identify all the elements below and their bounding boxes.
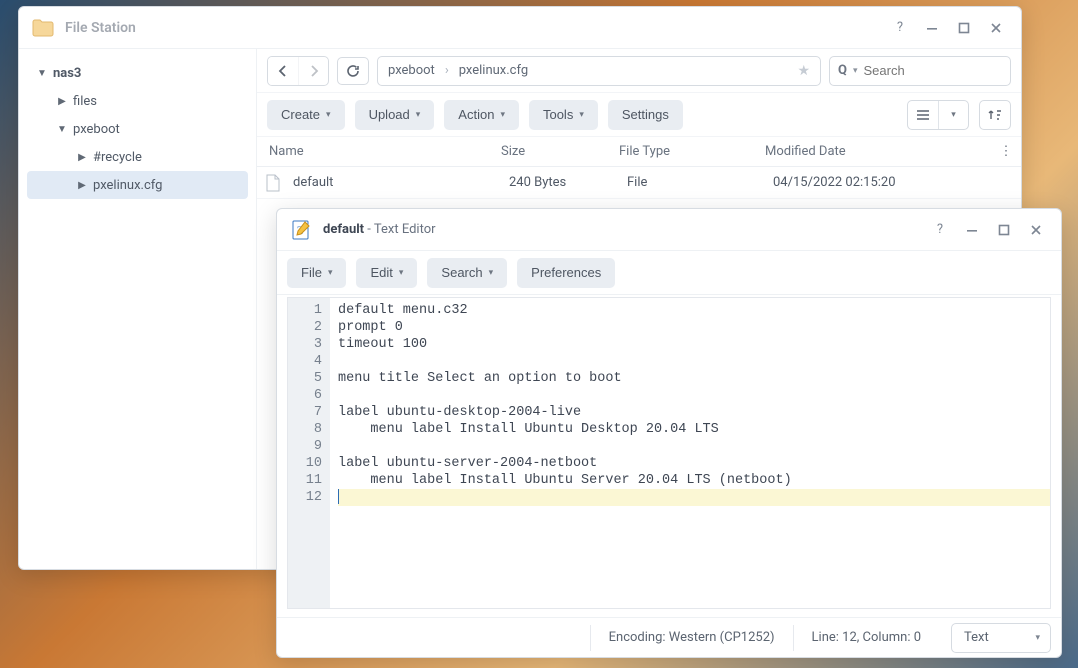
breadcrumb[interactable]: pxeboot › pxelinux.cfg ★ [377, 56, 821, 86]
code-content[interactable]: default menu.c32prompt 0timeout 100menu … [330, 298, 1050, 608]
help-icon[interactable]: ? [927, 217, 953, 243]
list-view-button[interactable] [908, 101, 938, 129]
settings-button[interactable]: Settings [608, 100, 683, 130]
nav-back-forward [267, 56, 329, 86]
tree-label: files [73, 94, 97, 109]
cell-name: default [293, 175, 509, 190]
col-type[interactable]: File Type [619, 144, 765, 159]
tree-item-files[interactable]: files [27, 87, 248, 115]
status-encoding: Encoding: Western (CP1252) [590, 625, 793, 651]
fs-action-toolbar: Create▾ Upload▾ Action▾ Tools▾ Settings … [257, 93, 1021, 137]
column-menu-icon[interactable]: ⋮ [991, 144, 1021, 159]
col-size[interactable]: Size [501, 144, 619, 159]
tree-label: nas3 [53, 66, 81, 81]
fs-title: File Station [65, 20, 136, 36]
chevron-right-icon [75, 180, 89, 191]
te-statusbar: Encoding: Western (CP1252) Line: 12, Col… [277, 617, 1061, 657]
editor-area[interactable]: 123456789101112 default menu.c32prompt 0… [287, 297, 1051, 609]
cell-date: 04/15/2022 02:15:20 [773, 175, 991, 190]
breadcrumb-seg[interactable]: pxelinux.cfg [459, 63, 528, 78]
table-row[interactable]: default 240 Bytes File 04/15/2022 02:15:… [257, 167, 1021, 199]
edit-menu[interactable]: Edit▾ [356, 258, 417, 288]
tree-label: pxelinux.cfg [93, 178, 162, 193]
file-icon [265, 174, 283, 192]
cell-type: File [627, 175, 773, 190]
tree-item-recycle[interactable]: #recycle [27, 143, 248, 171]
view-dropdown-button[interactable]: ▾ [938, 101, 968, 129]
table-header: Name Size File Type Modified Date ⋮ [257, 137, 1021, 167]
chevron-right-icon [55, 96, 69, 107]
text-editor-window: T default - Text Editor ? File▾ Edit▾ Se… [276, 208, 1062, 658]
chevron-down-icon [35, 68, 49, 79]
tools-button[interactable]: Tools▾ [529, 100, 598, 130]
create-button[interactable]: Create▾ [267, 100, 345, 130]
preferences-button[interactable]: Preferences [517, 258, 615, 288]
sort-button[interactable] [979, 100, 1011, 130]
tree-label: #recycle [93, 150, 142, 165]
chevron-right-icon [75, 152, 89, 163]
minimize-icon[interactable] [919, 15, 945, 41]
help-icon[interactable]: ? [887, 15, 913, 41]
chevron-down-icon: ▾ [1035, 633, 1040, 643]
tree-item-pxelinuxcfg[interactable]: pxelinux.cfg [27, 171, 248, 199]
file-menu[interactable]: File▾ [287, 258, 346, 288]
cell-size: 240 Bytes [509, 175, 627, 190]
breadcrumb-seg[interactable]: pxeboot [388, 63, 435, 78]
back-button[interactable] [268, 57, 298, 85]
refresh-button[interactable] [337, 57, 369, 85]
upload-button[interactable]: Upload▾ [355, 100, 435, 130]
status-position: Line: 12, Column: 0 [793, 625, 939, 651]
folder-app-icon [31, 16, 55, 40]
te-titlebar: T default - Text Editor ? [277, 209, 1061, 251]
tree-root-nas3[interactable]: nas3 [27, 59, 248, 87]
te-title: default - Text Editor [323, 222, 436, 237]
action-button[interactable]: Action▾ [444, 100, 519, 130]
col-name[interactable]: Name [257, 144, 501, 159]
fs-nav-toolbar: pxeboot › pxelinux.cfg ★ Q▾ [257, 49, 1021, 93]
search-menu[interactable]: Search▾ [427, 258, 507, 288]
text-editor-app-icon: T [289, 218, 313, 242]
col-date[interactable]: Modified Date [765, 144, 991, 159]
te-menubar: File▾ Edit▾ Search▾ Preferences [277, 251, 1061, 295]
chevron-right-icon: › [445, 63, 449, 78]
line-number-gutter: 123456789101112 [288, 298, 330, 608]
chevron-down-icon [55, 124, 69, 135]
chevron-down-icon: ▾ [853, 66, 858, 76]
fs-sidebar: nas3 files pxeboot #recycle pxelinux.cfg [19, 49, 257, 569]
close-icon[interactable] [1023, 217, 1049, 243]
star-icon[interactable]: ★ [797, 63, 810, 79]
search-icon: Q [838, 63, 847, 78]
forward-button[interactable] [298, 57, 328, 85]
close-icon[interactable] [983, 15, 1009, 41]
view-mode-toggle: ▾ [907, 100, 969, 130]
tree-label: pxeboot [73, 122, 120, 137]
minimize-icon[interactable] [959, 217, 985, 243]
fs-titlebar: File Station ? [19, 7, 1021, 49]
syntax-select[interactable]: Text ▾ [951, 623, 1051, 653]
tree-item-pxeboot[interactable]: pxeboot [27, 115, 248, 143]
maximize-icon[interactable] [951, 15, 977, 41]
search-box[interactable]: Q▾ [829, 56, 1011, 86]
maximize-icon[interactable] [991, 217, 1017, 243]
search-input[interactable] [864, 63, 1003, 78]
